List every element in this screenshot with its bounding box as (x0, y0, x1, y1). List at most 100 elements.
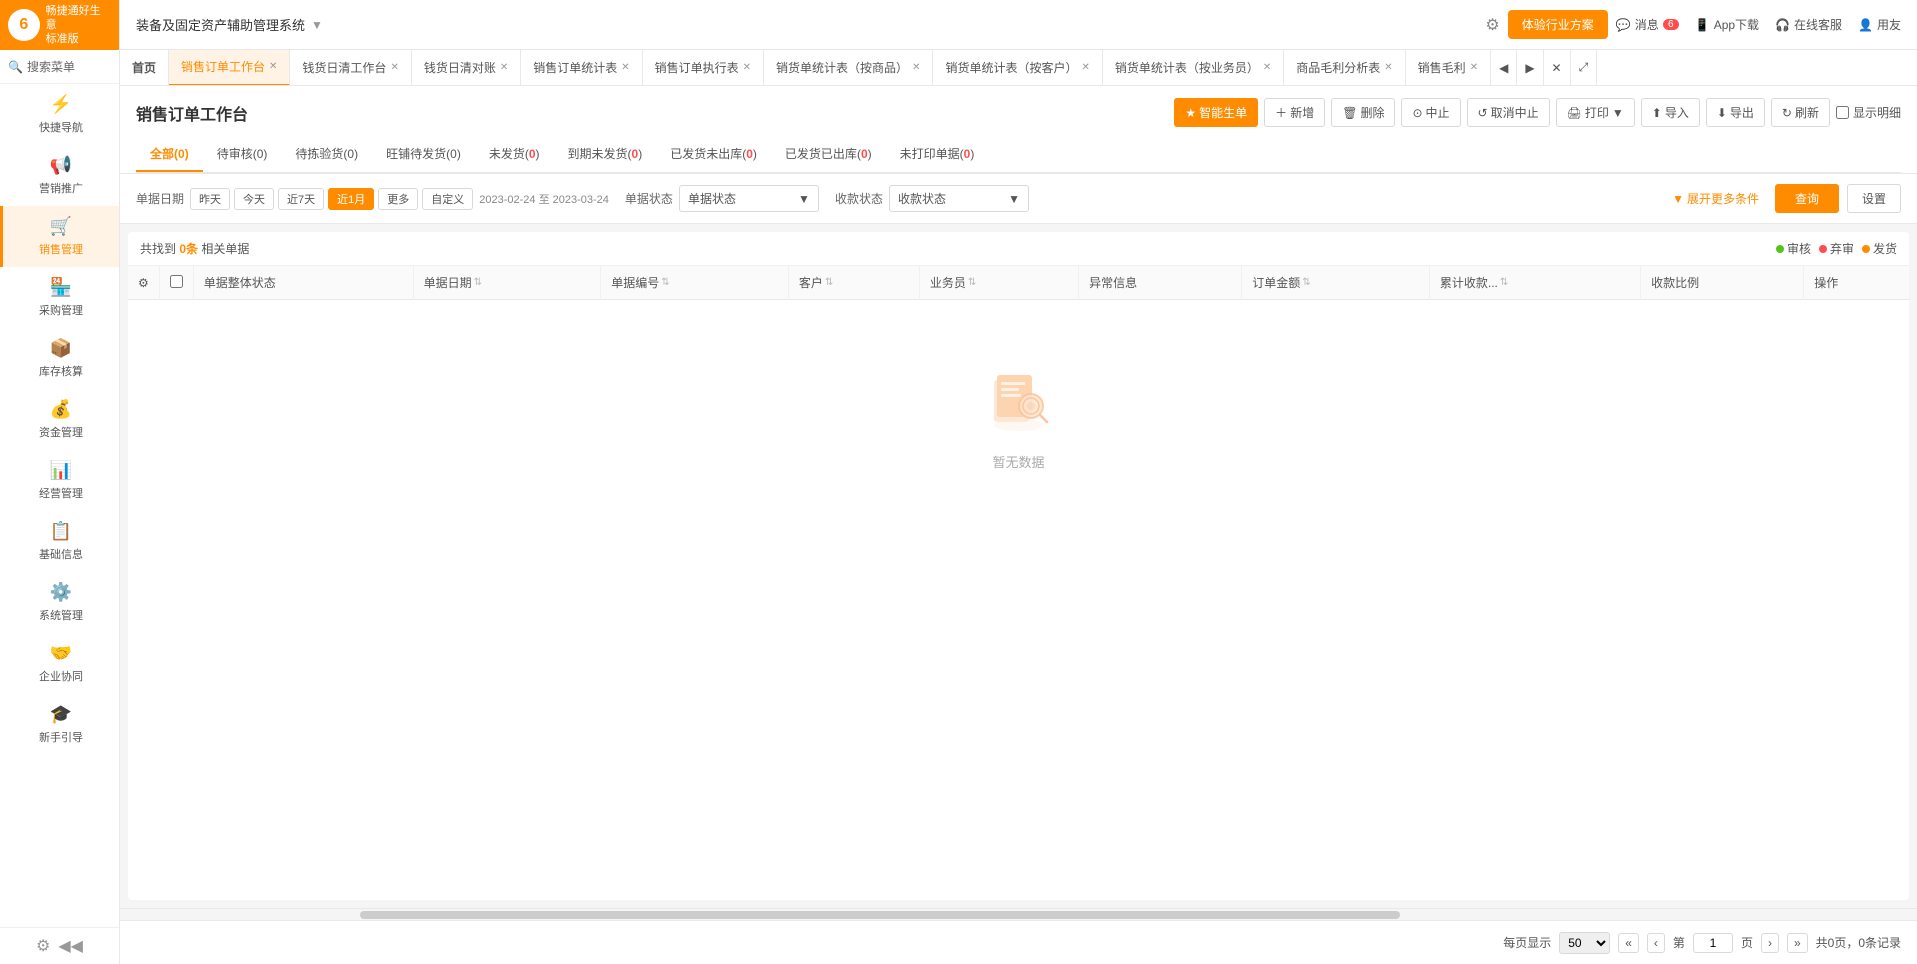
export-btn[interactable]: ⬇ 导出 (1706, 98, 1765, 127)
show-detail-checkbox[interactable]: 显示明细 (1836, 104, 1901, 121)
filter-tab-not-printed[interactable]: 未打印单据(0) (886, 137, 989, 172)
import-btn[interactable]: ⬆ 导入 (1641, 98, 1700, 127)
filter-tab-wangpu[interactable]: 旺铺待发货(0) (372, 137, 475, 172)
filter-date-custom[interactable]: 自定义 (422, 188, 473, 210)
sidebar-item-marketing-promo[interactable]: 📢 营销推广 (0, 145, 119, 206)
filter-payment-select[interactable]: 收款状态 ▼ (889, 185, 1029, 212)
sidebar-item-finance-mgmt[interactable]: 💰 资金管理 (0, 389, 119, 450)
sidebar-item-basic-info[interactable]: 📋 基础信息 (0, 511, 119, 572)
refresh-btn[interactable]: ↻ 刷新 (1771, 98, 1830, 127)
cancel-stop-btn[interactable]: ↺ 取消中止 (1467, 98, 1550, 127)
tab-home[interactable]: 首页 (120, 50, 169, 86)
expand-conditions-btn[interactable]: ▼ 展开更多条件 (1664, 186, 1767, 211)
basic-info-icon: 📋 (50, 521, 72, 542)
tab-sales-stat-staff[interactable]: 销货单统计表（按业务员） ✕ (1103, 50, 1284, 86)
review-btn[interactable]: 审核 (1776, 240, 1811, 257)
filter-tab-pending-inspect[interactable]: 待拣验货(0) (281, 137, 372, 172)
tab-close-all[interactable]: ✕ (1544, 50, 1571, 86)
sidebar-item-business-mgmt[interactable]: 📊 经营管理 (0, 450, 119, 511)
tab-sales-stat[interactable]: 销售订单统计表 ✕ (521, 50, 642, 86)
sidebar-item-newbie-guide[interactable]: 🎓 新手引导 (0, 694, 119, 755)
user-btn[interactable]: 👤 用友 (1858, 16, 1901, 33)
filter-status-select[interactable]: 单据状态 ▼ (679, 185, 819, 212)
collapse-sidebar-icon[interactable]: ◀◀ (58, 936, 83, 956)
tab-close-sales-stat-product[interactable]: ✕ (912, 62, 920, 73)
scrollbar-thumb[interactable] (360, 911, 1400, 919)
tab-close-sales-stat[interactable]: ✕ (621, 62, 629, 73)
tab-close-sales-workbench[interactable]: ✕ (269, 61, 277, 72)
th-date[interactable]: 单据日期 ⇅ (413, 266, 601, 300)
show-detail-input[interactable] (1836, 106, 1849, 119)
prev-page-btn[interactable]: ‹ (1647, 933, 1665, 953)
smart-create-btn[interactable]: ★ 智能生单 (1174, 98, 1258, 127)
msg-btn[interactable]: 💬 消息 6 (1616, 16, 1679, 33)
filter-tab-expired-not-shipped[interactable]: 到期未发货(0) (554, 137, 657, 172)
filter-date-yesterday[interactable]: 昨天 (190, 188, 230, 210)
th-number[interactable]: 单据编号 ⇅ (601, 266, 789, 300)
query-btn[interactable]: 查询 (1775, 184, 1839, 213)
filter-tab-shipped-not-out[interactable]: 已发货未出库(0) (656, 137, 771, 172)
tab-close-product-margin[interactable]: ✕ (1384, 62, 1392, 73)
column-settings-icon[interactable]: ⚙ (138, 276, 149, 290)
filter-date-1month[interactable]: 近1月 (328, 188, 374, 210)
print-dropdown-icon[interactable]: ▼ (1612, 106, 1624, 120)
th-amount[interactable]: 订单金额 ⇅ (1242, 266, 1430, 300)
th-client[interactable]: 客户 ⇅ (788, 266, 919, 300)
online-service-btn[interactable]: 🎧 在线客服 (1775, 16, 1842, 33)
th-collected[interactable]: 累计收款... ⇅ (1429, 266, 1640, 300)
select-all-checkbox[interactable] (170, 275, 183, 288)
sidebar-item-system-mgmt[interactable]: ⚙️ 系统管理 (0, 572, 119, 633)
sidebar-item-inventory-check[interactable]: 📦 库存核算 (0, 328, 119, 389)
tab-close-sales-stat-staff[interactable]: ✕ (1263, 62, 1271, 73)
sidebar-item-purchase-mgmt[interactable]: 🏪 采购管理 (0, 267, 119, 328)
first-page-btn[interactable]: « (1618, 933, 1639, 953)
topbar-gear-icon[interactable]: ⚙ (1485, 15, 1499, 35)
tab-product-margin[interactable]: 商品毛利分析表 ✕ (1284, 50, 1405, 86)
tab-cash-daily[interactable]: 钱货日清工作台 ✕ (290, 50, 411, 86)
topbar-dropdown-icon[interactable]: ▼ (311, 18, 323, 32)
th-staff[interactable]: 业务员 ⇅ (919, 266, 1078, 300)
settings-bottom-icon[interactable]: ⚙ (36, 936, 50, 956)
filter-date-more[interactable]: 更多 (378, 188, 418, 210)
tab-close-cash-daily[interactable]: ✕ (390, 62, 398, 73)
tab-nav-prev[interactable]: ◀ (1491, 50, 1517, 86)
industry-btn[interactable]: 体验行业方案 (1508, 10, 1608, 39)
filter-tab-shipped-out[interactable]: 已发货已出库(0) (771, 137, 886, 172)
sidebar-item-enterprise-coop[interactable]: 🤝 企业协同 (0, 633, 119, 694)
filter-tab-all[interactable]: 全部(0) (136, 137, 203, 172)
tab-close-sales-stat-client[interactable]: ✕ (1081, 62, 1089, 73)
cancel-review-btn[interactable]: 弃审 (1819, 240, 1854, 257)
print-btn[interactable]: 🖨 打印 ▼ (1556, 98, 1635, 127)
tab-cash-reconcile[interactable]: 钱货日清对账 ✕ (412, 50, 521, 86)
th-checkbox[interactable] (159, 266, 193, 300)
tab-close-sales-profit[interactable]: ✕ (1470, 62, 1478, 73)
sidebar-item-sales-mgmt[interactable]: 🛒 销售管理 (0, 206, 119, 267)
sidebar-search[interactable]: 🔍 搜索菜单 (0, 50, 119, 84)
tab-sales-profit[interactable]: 销售毛利 ✕ (1406, 50, 1491, 86)
tab-sales-workbench[interactable]: 销售订单工作台 ✕ (169, 50, 290, 86)
tab-sales-stat-client[interactable]: 销货单统计表（按客户） ✕ (933, 50, 1102, 86)
app-download-btn[interactable]: 📱 App下载 (1695, 16, 1759, 33)
add-btn[interactable]: ＋ 新增 (1264, 98, 1325, 127)
th-settings[interactable]: ⚙ (128, 266, 159, 300)
tab-nav-next[interactable]: ▶ (1517, 50, 1543, 86)
tab-sales-stat-product[interactable]: 销货单统计表（按商品） ✕ (764, 50, 933, 86)
last-page-btn[interactable]: » (1787, 933, 1808, 953)
page-input[interactable] (1693, 933, 1733, 953)
tab-close-cash-reconcile[interactable]: ✕ (500, 62, 508, 73)
tab-maximize[interactable]: ⤢ (1571, 50, 1598, 86)
tab-sales-exec[interactable]: 销售订单执行表 ✕ (643, 50, 764, 86)
tab-close-sales-exec[interactable]: ✕ (743, 62, 751, 73)
delete-btn[interactable]: 🗑 删除 (1331, 98, 1395, 127)
horizontal-scrollbar[interactable] (120, 908, 1917, 920)
next-page-btn[interactable]: › (1761, 933, 1779, 953)
filter-date-today[interactable]: 今天 (234, 188, 274, 210)
stop-btn[interactable]: ⊙ 中止 (1401, 98, 1460, 127)
filter-tab-not-shipped[interactable]: 未发货(0) (475, 137, 554, 172)
filter-tab-pending-review[interactable]: 待审核(0) (203, 137, 282, 172)
filter-date-7days[interactable]: 近7天 (278, 188, 324, 210)
ship-btn[interactable]: 发货 (1862, 240, 1897, 257)
set-btn[interactable]: 设置 (1847, 184, 1901, 213)
page-size-select[interactable]: 10 20 50 100 (1559, 932, 1610, 954)
sidebar-item-quicknav[interactable]: ⚡ 快捷导航 (0, 84, 119, 145)
